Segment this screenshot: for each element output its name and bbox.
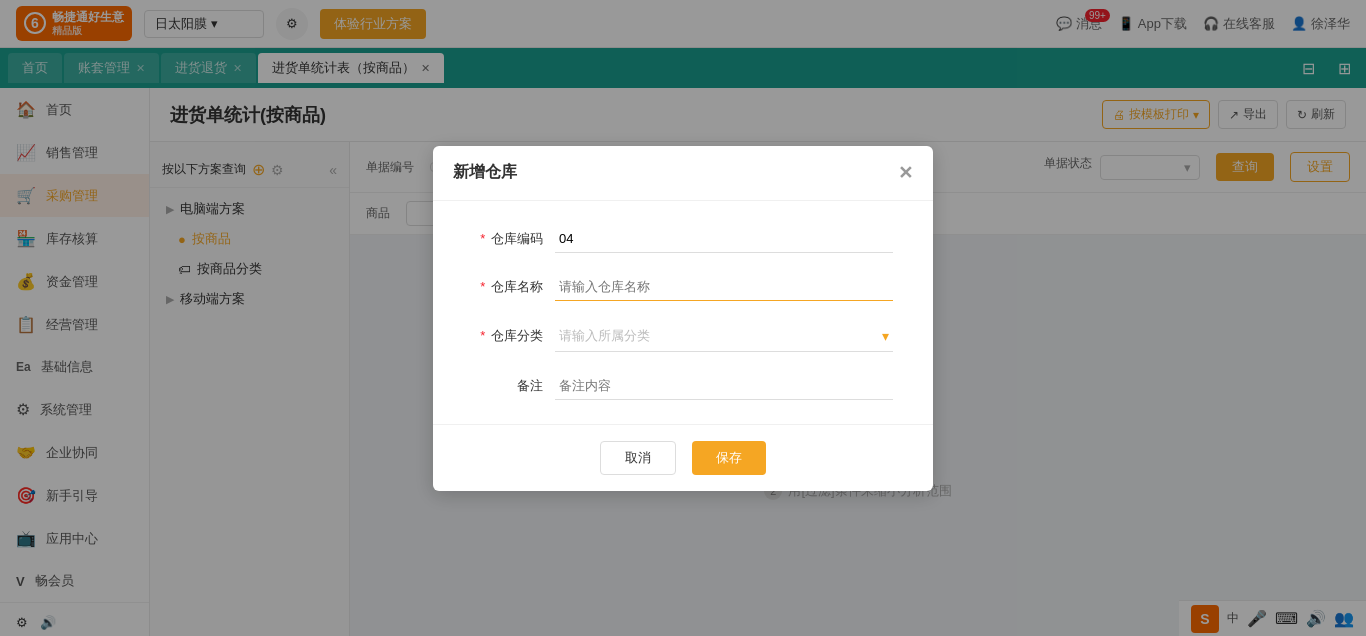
- warehouse-code-input[interactable]: [555, 225, 893, 253]
- form-row-code: * 仓库编码: [473, 225, 893, 253]
- dialog-footer: 取消 保存: [433, 424, 933, 491]
- dialog-body: * 仓库编码 * 仓库名称 * 仓库分类 请输入所属: [433, 201, 933, 424]
- category-arrow-icon: ▾: [882, 328, 889, 344]
- required-mark-code: *: [480, 231, 485, 246]
- cancel-button[interactable]: 取消: [600, 441, 676, 475]
- new-warehouse-dialog: 新增仓库 ✕ * 仓库编码 * 仓库名称: [433, 146, 933, 491]
- warehouse-note-input[interactable]: [555, 372, 893, 400]
- category-placeholder: 请输入所属分类: [559, 327, 650, 345]
- warehouse-name-input[interactable]: [555, 273, 893, 301]
- note-label-text: 备注: [517, 378, 543, 393]
- form-row-note: 备注: [473, 372, 893, 400]
- form-row-category: * 仓库分类 请输入所属分类 ▾: [473, 321, 893, 352]
- dialog-close-btn[interactable]: ✕: [898, 162, 913, 184]
- category-label: * 仓库分类: [473, 327, 543, 345]
- dialog-title: 新增仓库: [453, 162, 517, 183]
- note-label: 备注: [473, 377, 543, 395]
- code-label-text: 仓库编码: [491, 231, 543, 246]
- code-label: * 仓库编码: [473, 230, 543, 248]
- warehouse-category-select[interactable]: 请输入所属分类 ▾: [555, 321, 893, 352]
- dialog-header: 新增仓库 ✕: [433, 146, 933, 201]
- save-button[interactable]: 保存: [692, 441, 766, 475]
- required-mark-category: *: [480, 328, 485, 343]
- dialog-overlay: 新增仓库 ✕ * 仓库编码 * 仓库名称: [0, 0, 1366, 636]
- name-label-text: 仓库名称: [491, 279, 543, 294]
- name-label: * 仓库名称: [473, 278, 543, 296]
- form-row-name: * 仓库名称: [473, 273, 893, 301]
- category-label-text: 仓库分类: [491, 328, 543, 343]
- required-mark-name: *: [480, 279, 485, 294]
